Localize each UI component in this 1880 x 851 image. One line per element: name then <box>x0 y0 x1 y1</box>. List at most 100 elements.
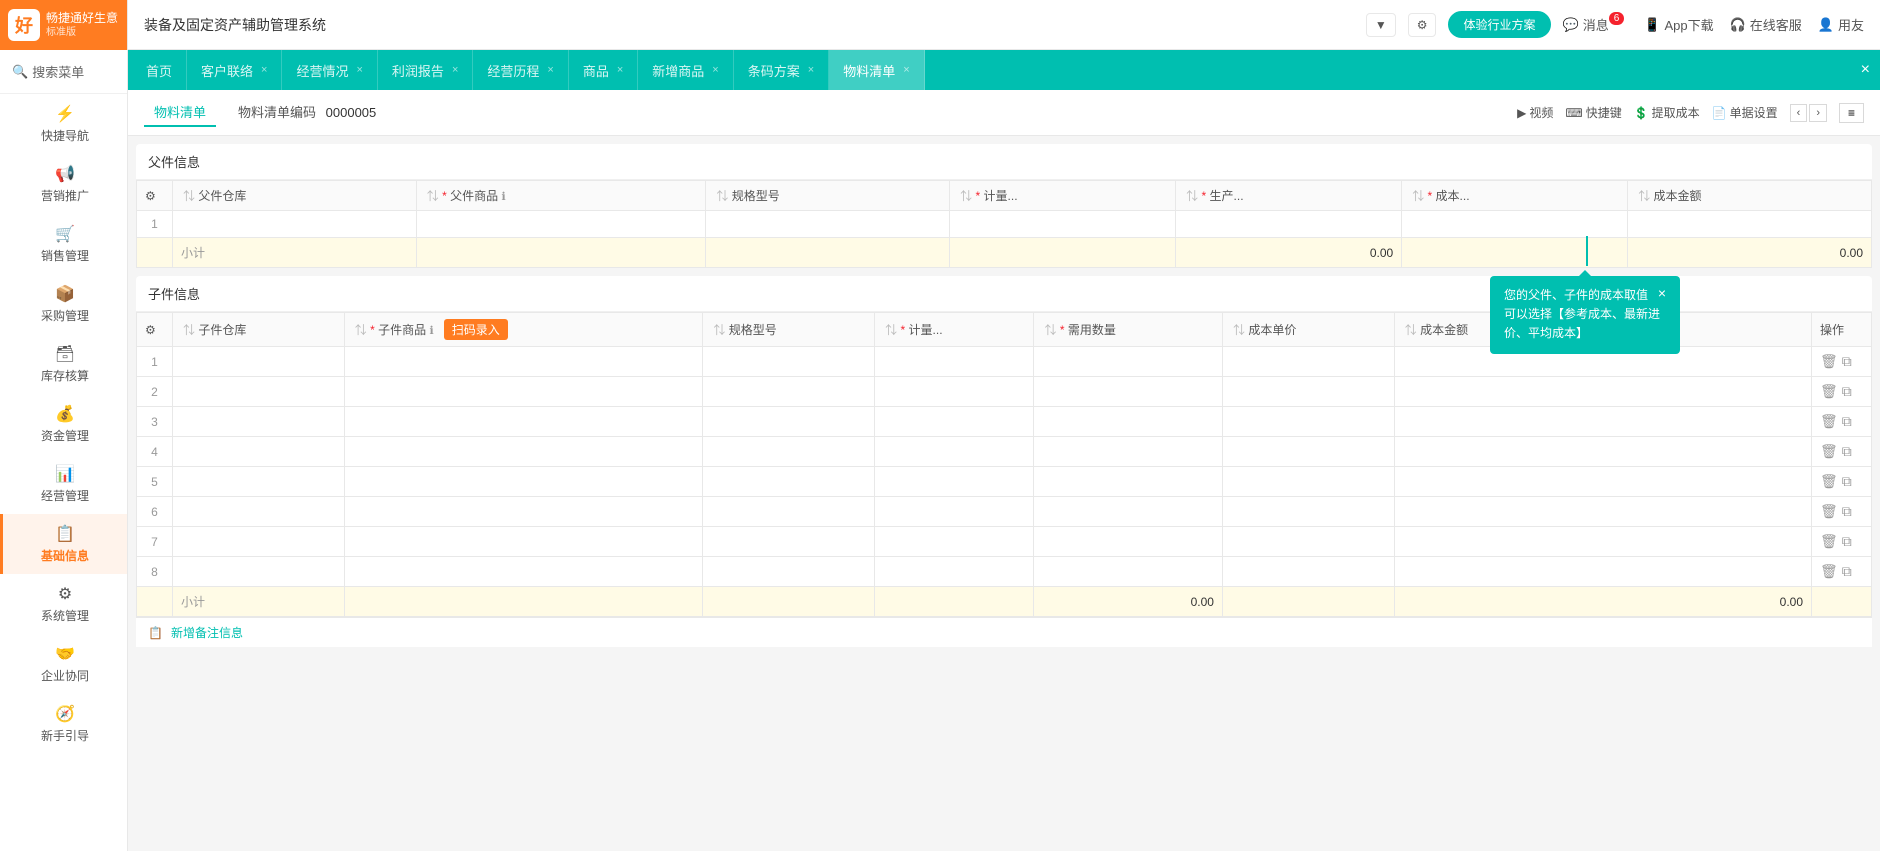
child-row-8-quantity[interactable] <box>1034 557 1223 587</box>
copy-btn-4[interactable]: ⧉ <box>1842 443 1852 460</box>
tab-customers-close[interactable]: × <box>261 64 267 76</box>
copy-btn-2[interactable]: ⧉ <box>1842 383 1852 400</box>
child-row-6-warehouse[interactable] <box>173 497 345 527</box>
child-row-2-goods[interactable] <box>344 377 703 407</box>
sidebar-item-sales[interactable]: 🛒 销售管理 <box>0 214 127 274</box>
child-goods-sort[interactable]: ⇅ <box>355 323 367 337</box>
child-row-4-warehouse[interactable] <box>173 437 345 467</box>
child-row-2-unit-cost[interactable] <box>1222 377 1394 407</box>
toolbar-single-settings[interactable]: 📄 单据设置 <box>1712 104 1778 121</box>
toolbar-view[interactable]: ▶ 视频 <box>1517 104 1553 121</box>
online-service-action[interactable]: 🎧 在线客服 <box>1730 15 1802 34</box>
child-row-6-spec[interactable] <box>703 497 875 527</box>
child-row-3-unit[interactable] <box>875 407 1034 437</box>
child-row-2-warehouse[interactable] <box>173 377 345 407</box>
tab-goods-close[interactable]: × <box>617 64 623 76</box>
child-row-3-warehouse[interactable] <box>173 407 345 437</box>
child-row-6-unit[interactable] <box>875 497 1034 527</box>
toolbar-extract-cost[interactable]: 💲 提取成本 <box>1634 104 1700 121</box>
parent-row-1-amount[interactable] <box>1628 211 1872 238</box>
child-warehouse-sort[interactable]: ⇅ <box>183 323 195 337</box>
tab-new-goods[interactable]: 新增商品 × <box>638 50 733 90</box>
child-row-3-unit-cost[interactable] <box>1222 407 1394 437</box>
tooltip-close-btn[interactable]: × <box>1658 286 1666 300</box>
child-unit-cost-sort[interactable]: ⇅ <box>1233 323 1245 337</box>
toolbar-shortcut[interactable]: ⌨ 快捷键 <box>1565 104 1621 121</box>
child-row-6-amount[interactable] <box>1394 497 1811 527</box>
grid-view-btn[interactable]: ≡ <box>1839 103 1864 123</box>
child-row-5-unit-cost[interactable] <box>1222 467 1394 497</box>
child-row-7-unit-cost[interactable] <box>1222 527 1394 557</box>
child-quantity-sort[interactable]: ⇅ <box>1044 323 1056 337</box>
child-row-5-unit[interactable] <box>875 467 1034 497</box>
sidebar-item-guide[interactable]: 🧭 新手引导 <box>0 694 127 754</box>
parent-row-1-goods[interactable] <box>416 211 706 238</box>
user-action[interactable]: 👤 用友 <box>1818 15 1864 34</box>
copy-btn-6[interactable]: ⧉ <box>1842 503 1852 520</box>
scan-input-btn[interactable]: 扫码录入 <box>444 319 508 340</box>
child-row-7-spec[interactable] <box>703 527 875 557</box>
child-amount-sort[interactable]: ⇅ <box>1405 323 1417 337</box>
warehouse-sort[interactable]: ⇅ <box>183 189 195 203</box>
child-row-3-quantity[interactable] <box>1034 407 1223 437</box>
trial-btn[interactable]: 体验行业方案 <box>1448 11 1550 38</box>
sidebar-item-basic-info[interactable]: 📋 基础信息 <box>0 514 127 574</box>
child-row-1-warehouse[interactable] <box>173 347 345 377</box>
parent-row-1-cost[interactable] <box>1402 211 1628 238</box>
tab-history[interactable]: 经营历程 × <box>473 50 568 90</box>
tab-operations-situation[interactable]: 经营情况 × <box>282 50 377 90</box>
child-row-1-quantity[interactable] <box>1034 347 1223 377</box>
sidebar-item-purchase[interactable]: 📦 采购管理 <box>0 274 127 334</box>
child-row-6-unit-cost[interactable] <box>1222 497 1394 527</box>
unit-sort[interactable]: ⇅ <box>960 189 972 203</box>
tab-new-goods-close[interactable]: × <box>712 64 718 76</box>
child-row-1-goods[interactable] <box>344 347 703 377</box>
child-row-6-quantity[interactable] <box>1034 497 1223 527</box>
page-tab-bom-code[interactable]: 物料清单编码 0000005 <box>228 98 386 127</box>
child-row-1-unit[interactable] <box>875 347 1034 377</box>
nav-prev-btn[interactable]: ‹ <box>1790 104 1808 122</box>
child-row-5-warehouse[interactable] <box>173 467 345 497</box>
child-row-4-quantity[interactable] <box>1034 437 1223 467</box>
tab-operations-close[interactable]: × <box>356 64 362 76</box>
delete-btn-5[interactable]: 🗑 <box>1820 473 1838 490</box>
copy-btn-8[interactable]: ⧉ <box>1842 563 1852 580</box>
copy-btn-1[interactable]: ⧉ <box>1842 353 1852 370</box>
spec-sort[interactable]: ⇅ <box>716 189 728 203</box>
tab-profit[interactable]: 利润报告 × <box>378 50 473 90</box>
child-row-2-amount[interactable] <box>1394 377 1811 407</box>
child-col-settings[interactable]: ⚙ <box>137 313 173 347</box>
copy-btn-5[interactable]: ⧉ <box>1842 473 1852 490</box>
child-row-8-unit-cost[interactable] <box>1222 557 1394 587</box>
tab-barcode[interactable]: 条码方案 × <box>734 50 829 90</box>
sidebar-item-inventory[interactable]: 🗃 库存核算 <box>0 334 127 394</box>
child-spec-sort[interactable]: ⇅ <box>713 323 725 337</box>
tab-profit-close[interactable]: × <box>452 64 458 76</box>
tab-bom-close[interactable]: × <box>903 64 909 76</box>
tab-bar-close-all[interactable]: × <box>1855 61 1876 79</box>
sidebar-item-quick-nav[interactable]: ⚡ 快捷导航 <box>0 94 127 154</box>
child-row-5-spec[interactable] <box>703 467 875 497</box>
child-row-8-spec[interactable] <box>703 557 875 587</box>
child-row-8-amount[interactable] <box>1394 557 1811 587</box>
nav-next-btn[interactable]: › <box>1809 104 1827 122</box>
goods-info-icon[interactable]: ℹ <box>501 191 505 203</box>
sidebar-item-enterprise[interactable]: 🤝 企业协同 <box>0 634 127 694</box>
sidebar-item-operations[interactable]: 📊 经营管理 <box>0 454 127 514</box>
child-row-4-spec[interactable] <box>703 437 875 467</box>
sidebar-item-finance[interactable]: 💰 资金管理 <box>0 394 127 454</box>
sidebar-item-marketing[interactable]: 📢 营销推广 <box>0 154 127 214</box>
child-row-4-unit-cost[interactable] <box>1222 437 1394 467</box>
child-row-4-amount[interactable] <box>1394 437 1811 467</box>
messages-action[interactable]: 💬 消息 6 <box>1563 15 1629 34</box>
child-row-2-spec[interactable] <box>703 377 875 407</box>
child-row-3-amount[interactable] <box>1394 407 1811 437</box>
child-row-8-goods[interactable] <box>344 557 703 587</box>
app-download-action[interactable]: 📱 App下载 <box>1644 15 1713 34</box>
goods-sort[interactable]: ⇅ <box>427 189 439 203</box>
child-row-1-spec[interactable] <box>703 347 875 377</box>
delete-btn-6[interactable]: 🗑 <box>1820 503 1838 520</box>
tab-history-close[interactable]: × <box>547 64 553 76</box>
tab-home[interactable]: 首页 <box>132 50 187 90</box>
delete-btn-4[interactable]: 🗑 <box>1820 443 1838 460</box>
